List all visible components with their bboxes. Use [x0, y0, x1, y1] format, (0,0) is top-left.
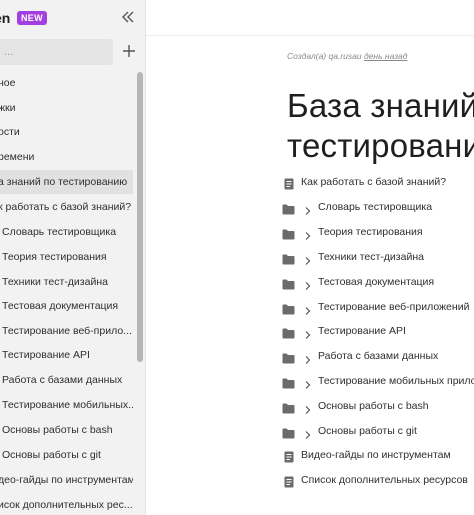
- folder-icon: [282, 201, 295, 223]
- content-list-item-label: Основы работы с git: [318, 425, 417, 437]
- content-list-item-label: Основы работы с bash: [318, 400, 429, 412]
- content-list-item[interactable]: Теория тестирования: [282, 221, 474, 243]
- sidebar-item[interactable]: део-гайды по инструментам: [0, 468, 133, 492]
- sidebar-item-label: Работа с базами данных: [2, 374, 123, 386]
- sidebar-item[interactable]: ное: [0, 71, 133, 95]
- sidebar: en NEW ное жки ости ремени а знаний по тести…: [0, 0, 146, 515]
- content-list-item-label: Список дополнительных ресурсов: [301, 474, 468, 486]
- content-list-item-label: Тестирование мобильных прилож: [318, 375, 474, 387]
- sidebar-item-label: Основы работы с git: [2, 449, 101, 461]
- page-meta: Создал(а) qa.rusau день назад: [287, 51, 407, 61]
- sidebar-item-label: Тестирование веб-прило...: [2, 325, 132, 337]
- folder-icon: [282, 350, 295, 372]
- content-list-item-label: Тестовая документация: [318, 276, 435, 288]
- sidebar-item-label: Теория тестирования: [2, 251, 107, 263]
- content-list-item-label: Техники тест-дизайна: [318, 251, 424, 263]
- app-name: en: [0, 10, 11, 26]
- content-list-item[interactable]: Словарь тестировщика: [282, 196, 474, 218]
- sidebar-item[interactable]: Тестирование веб-прило...: [0, 319, 133, 343]
- document-icon: [283, 449, 295, 471]
- sidebar-item-label: Тестирование мобильных...: [2, 399, 133, 411]
- sidebar-item-label: Тестовая документация: [2, 300, 119, 312]
- folder-icon: [282, 276, 295, 298]
- folder-icon: [282, 325, 295, 347]
- content-list-item-label: Тестирование API: [318, 325, 406, 337]
- document-icon: [283, 176, 295, 198]
- sidebar-item-label: Тестирование API: [2, 349, 90, 361]
- page-title-line1: База знаний: [287, 87, 474, 124]
- sidebar-item[interactable]: а знаний по тестированию: [0, 170, 133, 194]
- sidebar-item-label: жки: [0, 102, 16, 114]
- sidebar-item[interactable]: Тестирование API: [0, 343, 133, 367]
- content-list-item[interactable]: Тестовая документация: [282, 271, 474, 293]
- folder-icon: [282, 375, 295, 397]
- sidebar-item[interactable]: Основы работы с bash: [0, 418, 133, 442]
- sidebar-item-label: ости: [0, 126, 20, 138]
- sidebar-item[interactable]: к работать с базой знаний?: [0, 195, 133, 219]
- sidebar-item[interactable]: Тестирование мобильных...: [0, 393, 133, 417]
- content-list-item[interactable]: Как работать с базой знаний?: [282, 171, 474, 193]
- content-list-item-label: Видео-гайды по инструментам: [301, 449, 451, 461]
- content-list-item-label: Тестирование веб-приложений: [318, 301, 470, 313]
- sidebar-item[interactable]: ремени: [0, 145, 133, 169]
- content-list-item-label: Как работать с базой знаний?: [301, 176, 447, 188]
- folder-icon: [282, 226, 295, 248]
- plus-icon[interactable]: [121, 43, 137, 59]
- sidebar-item[interactable]: Тестовая документация: [0, 294, 133, 318]
- content-list-item-label: Словарь тестировщика: [318, 201, 433, 213]
- sidebar-item[interactable]: исок дополнительных рес...: [0, 493, 133, 515]
- content-list-item[interactable]: Основы работы с bash: [282, 395, 474, 417]
- created-by: Создал(а) qa.rusau: [287, 51, 362, 61]
- content-list-item[interactable]: Тестирование веб-приложений: [282, 296, 474, 318]
- folder-icon: [282, 251, 295, 273]
- content-list-item[interactable]: Список дополнительных ресурсов: [282, 469, 474, 491]
- sidebar-item-label: део-гайды по инструментам: [0, 474, 133, 486]
- content-list-item[interactable]: Основы работы с git: [282, 420, 474, 442]
- content-list-item[interactable]: Тестирование мобильных прилож: [282, 370, 474, 392]
- sidebar-item[interactable]: Работа с базами данных: [0, 368, 133, 392]
- sidebar-item[interactable]: Основы работы с git: [0, 443, 133, 467]
- folder-icon: [282, 400, 295, 422]
- sidebar-scrollbar-thumb[interactable]: [137, 72, 143, 362]
- sidebar-item-label: ремени: [0, 151, 35, 163]
- content-list-item[interactable]: Тестирование API: [282, 320, 474, 342]
- search-input[interactable]: [0, 39, 113, 65]
- sidebar-item[interactable]: Теория тестирования: [0, 245, 133, 269]
- content-list-item[interactable]: Работа с базами данных: [282, 345, 474, 367]
- top-bar: [146, 0, 474, 36]
- sidebar-header: en NEW: [0, 0, 145, 36]
- content-list-item-label: Работа с базами данных: [318, 350, 439, 362]
- page-title-line2: тестирования: [287, 127, 474, 164]
- sidebar-item-label: исок дополнительных рес...: [0, 499, 133, 511]
- sidebar-item[interactable]: Словарь тестировщика: [0, 220, 133, 244]
- sidebar-item-label: ное: [0, 77, 16, 89]
- sidebar-item[interactable]: Техники тест-дизайна: [0, 270, 133, 294]
- sidebar-item-label: а знаний по тестированию: [0, 176, 128, 188]
- content-list-item-label: Теория тестирования: [318, 226, 423, 238]
- content-list-item[interactable]: Видео-гайды по инструментам: [282, 444, 474, 466]
- sidebar-item-label: Словарь тестировщика: [2, 226, 117, 238]
- sidebar-item-label: Основы работы с bash: [2, 424, 113, 436]
- document-icon: [283, 474, 295, 496]
- main-content: Создал(а) qa.rusau день назад База знани…: [146, 0, 474, 515]
- sidebar-item[interactable]: жки: [0, 96, 133, 120]
- double-chevron-left-icon[interactable]: [120, 9, 136, 25]
- content-list-item[interactable]: Техники тест-дизайна: [282, 246, 474, 268]
- sidebar-item-label: к работать с базой знаний?: [0, 201, 132, 213]
- page-title: База знаний тестирования: [287, 86, 474, 166]
- new-badge: NEW: [17, 11, 47, 25]
- sidebar-item[interactable]: ости: [0, 120, 133, 144]
- created-date-link[interactable]: день назад: [364, 51, 407, 61]
- sidebar-item-label: Техники тест-дизайна: [2, 276, 108, 288]
